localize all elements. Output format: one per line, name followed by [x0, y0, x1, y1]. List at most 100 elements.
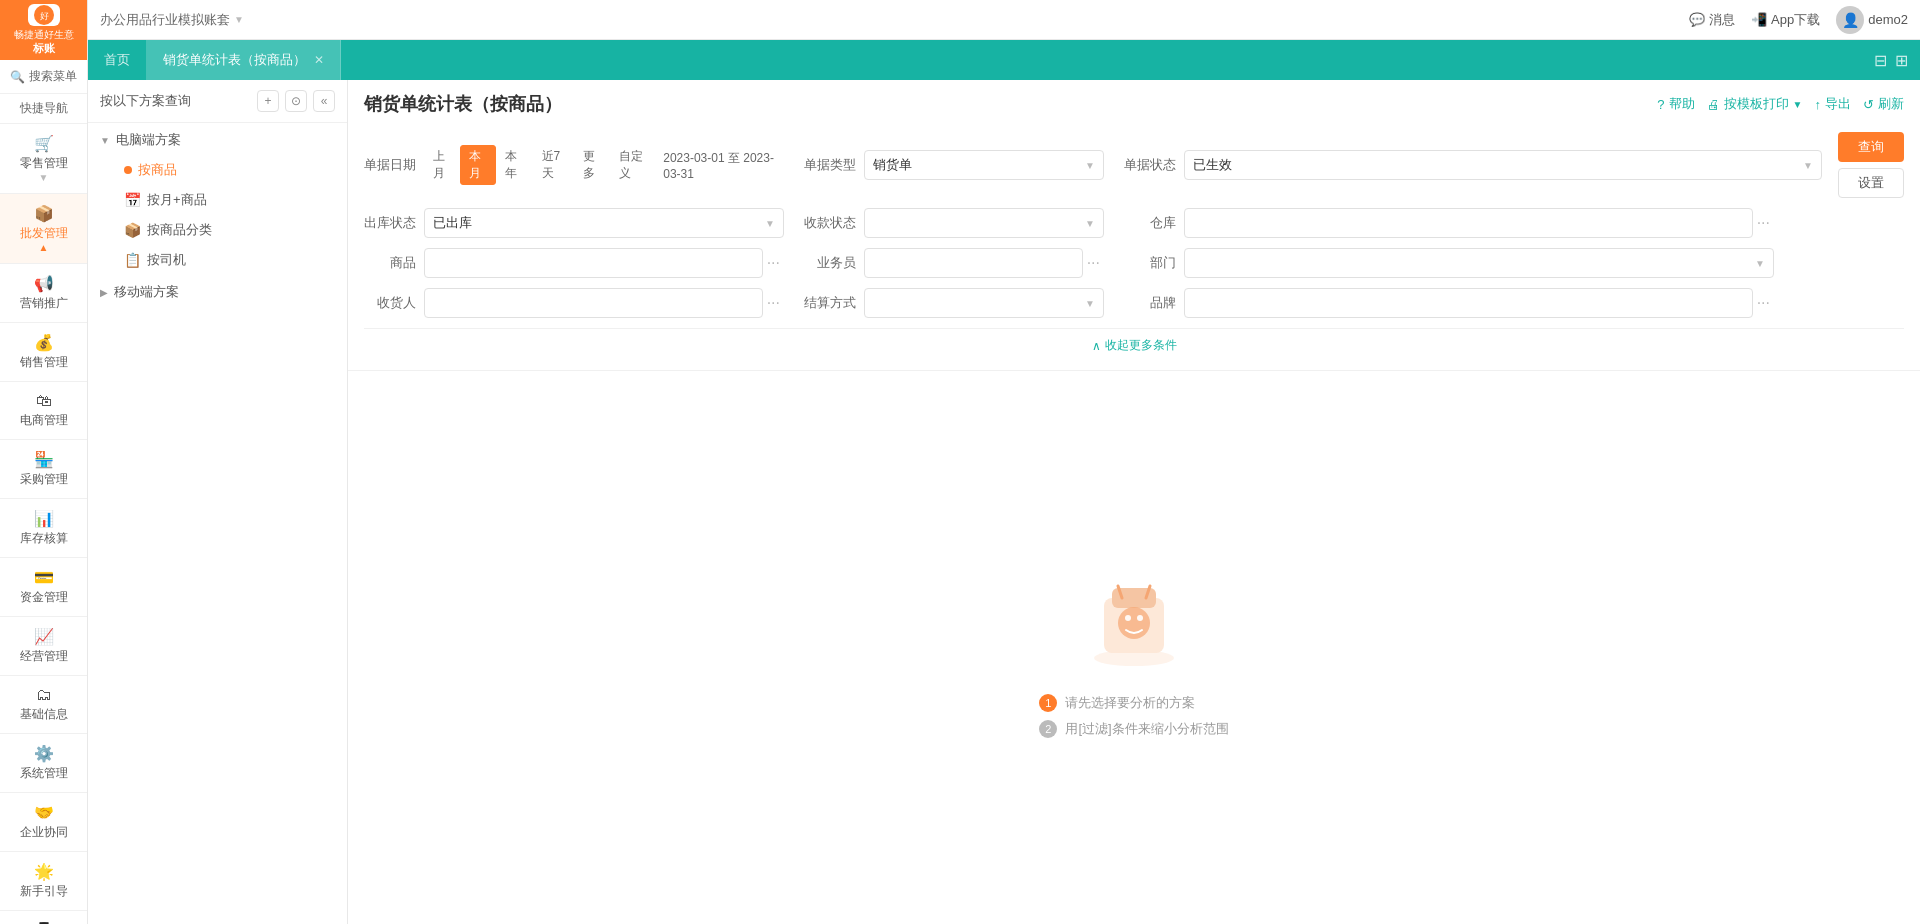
warehouse-input[interactable]	[1184, 208, 1753, 238]
date-tab-more[interactable]: 更多	[574, 145, 610, 185]
marketing-icon: 📢	[34, 274, 54, 293]
app-download-label: App下载	[1771, 11, 1820, 29]
msg-button[interactable]: 💬 消息	[1689, 11, 1735, 29]
export-icon: ↑	[1815, 97, 1822, 112]
enterprise-icon: 🤝	[34, 803, 54, 822]
query-button[interactable]: 查询	[1838, 132, 1904, 162]
date-tab-current-month[interactable]: 本月	[460, 145, 496, 185]
date-tab-7days[interactable]: 近7天	[533, 145, 574, 185]
type-label: 单据类型	[804, 156, 864, 174]
tree-children-desktop: 按商品 📅 按月+商品 📦 按商品分类 📋 按司机	[100, 155, 335, 275]
category-icon: 📦	[124, 222, 141, 238]
goods-field: 商品 ···	[364, 248, 784, 278]
sidebar-item-basic[interactable]: 🗂 基础信息	[0, 676, 87, 734]
tip-num-2: 2	[1039, 720, 1057, 738]
sidebar-search[interactable]: 🔍 搜索菜单	[0, 60, 87, 94]
sidebar-item-ecommerce[interactable]: 🛍 电商管理	[0, 382, 87, 440]
help-button[interactable]: ? 帮助	[1657, 95, 1694, 113]
out-status-label: 出库状态	[364, 214, 424, 232]
type-select[interactable]: 销货单 ▼	[864, 150, 1104, 180]
tree-leaf-by-register[interactable]: 📋 按司机	[120, 245, 335, 275]
panel-title: 按以下方案查询	[100, 92, 191, 110]
active-dot	[124, 166, 132, 174]
collapse-button[interactable]: ∧ 收起更多条件	[364, 328, 1904, 362]
status-select[interactable]: 已生效 ▼	[1184, 150, 1822, 180]
staff-label: 业务员	[804, 254, 864, 272]
date-range: 2023-03-01 至 2023-03-31	[663, 150, 784, 181]
sidebar-item-finance[interactable]: 💳 资金管理	[0, 558, 87, 617]
status-field: 单据状态 已生效 ▼	[1124, 150, 1822, 180]
app-download-button[interactable]: 📲 App下载	[1751, 11, 1820, 29]
inventory-label: 库存核算	[20, 530, 68, 547]
sidebar-item-retail[interactable]: 🛒 零售管理 ▼	[0, 124, 87, 194]
warehouse-dots[interactable]: ···	[1753, 214, 1774, 232]
tree-leaf-by-month-goods[interactable]: 📅 按月+商品	[120, 185, 335, 215]
date-tab-year[interactable]: 本年	[496, 145, 532, 185]
receiver-input[interactable]	[424, 288, 763, 318]
collapse-panel-button[interactable]: «	[313, 90, 335, 112]
search-label: 搜索菜单	[29, 68, 77, 85]
window-buttons: ⊟ ⊞	[1874, 51, 1920, 70]
sidebar-item-sales[interactable]: 💰 销售管理	[0, 323, 87, 382]
receive-status-select[interactable]: ▼	[864, 208, 1104, 238]
tab-home[interactable]: 首页	[88, 40, 147, 80]
tree-group-mobile[interactable]: ▶ 移动端方案	[100, 275, 335, 307]
ecommerce-label: 电商管理	[20, 412, 68, 429]
filter-actions: 查询 设置	[1822, 132, 1904, 198]
user-area[interactable]: 👤 demo2	[1836, 6, 1908, 34]
tree-leaf-by-goods[interactable]: 按商品	[120, 155, 335, 185]
tab-home-label: 首页	[104, 51, 130, 69]
print-button[interactable]: 🖨 按模板打印 ▼	[1707, 95, 1803, 113]
staff-dots[interactable]: ···	[1083, 254, 1104, 272]
goods-input[interactable]	[424, 248, 763, 278]
sidebar-item-appcenter[interactable]: 📱 应用中心	[0, 911, 87, 924]
tree-group-desktop[interactable]: ▼ 电脑端方案	[100, 123, 335, 155]
header-right: 💬 消息 📲 App下载 👤 demo2	[1689, 6, 1908, 34]
minimize-button[interactable]: ⊟	[1874, 51, 1887, 70]
svg-point-6	[1125, 615, 1131, 621]
sidebar-item-purchase[interactable]: 🏪 采购管理	[0, 440, 87, 499]
refresh-button[interactable]: ↺ 刷新	[1863, 95, 1904, 113]
sidebar-item-system[interactable]: ⚙️ 系统管理	[0, 734, 87, 793]
tree-leaf-by-category[interactable]: 📦 按商品分类	[120, 215, 335, 245]
sidebar-item-wholesale[interactable]: 📦 批发管理 ▲	[0, 194, 87, 264]
edit-scheme-button[interactable]: ⊙	[285, 90, 307, 112]
finance-label: 资金管理	[20, 589, 68, 606]
tree-node: ▼ 电脑端方案 按商品 📅 按月+商品 📦 按商品分类	[88, 123, 347, 307]
sidebar-item-operation[interactable]: 📈 经营管理	[0, 617, 87, 676]
receive-status-label: 收款状态	[804, 214, 864, 232]
settings-button[interactable]: 设置	[1838, 168, 1904, 198]
date-tab-last-month[interactable]: 上月	[424, 145, 460, 185]
left-panel: 按以下方案查询 + ⊙ « ▼ 电脑端方案 按商品	[88, 80, 348, 924]
template-selector[interactable]: 办公用品行业模拟账套 ▼	[100, 11, 244, 29]
export-button[interactable]: ↑ 导出	[1815, 95, 1852, 113]
filter-row-3: 商品 ··· 业务员 ··· 部门 ▼	[364, 248, 1904, 278]
add-scheme-button[interactable]: +	[257, 90, 279, 112]
template-arrow: ▼	[234, 14, 244, 25]
refresh-label: 刷新	[1878, 95, 1904, 113]
tab-report[interactable]: 销货单统计表（按商品） ✕	[147, 40, 341, 80]
sidebar-item-inventory[interactable]: 📊 库存核算	[0, 499, 87, 558]
sidebar-item-enterprise[interactable]: 🤝 企业协同	[0, 793, 87, 852]
receiver-dots[interactable]: ···	[763, 294, 784, 312]
dept-select[interactable]: ▼	[1184, 248, 1774, 278]
date-tab-custom[interactable]: 自定义	[610, 145, 655, 185]
tab-bar: 首页 销货单统计表（按商品） ✕ ⊟ ⊞	[88, 40, 1920, 80]
ecommerce-icon: 🛍	[36, 392, 52, 410]
template-name: 办公用品行业模拟账套	[100, 11, 230, 29]
maximize-button[interactable]: ⊞	[1895, 51, 1908, 70]
goods-dots[interactable]: ···	[763, 254, 784, 272]
tab-close-icon[interactable]: ✕	[314, 53, 324, 67]
out-status-select[interactable]: 已出库 ▼	[424, 208, 784, 238]
brand-input[interactable]	[1184, 288, 1753, 318]
payment-select[interactable]: ▼	[864, 288, 1104, 318]
brand-dots[interactable]: ···	[1753, 294, 1774, 312]
sidebar-item-guide[interactable]: 🌟 新手引导	[0, 852, 87, 911]
leaf-label-by-register: 按司机	[147, 251, 186, 269]
receiver-label: 收货人	[364, 294, 424, 312]
staff-input[interactable]	[864, 248, 1083, 278]
sidebar-item-marketing[interactable]: 📢 营销推广	[0, 264, 87, 323]
month-goods-icon: 📅	[124, 192, 141, 208]
sidebar-nav[interactable]: 快捷导航	[0, 94, 87, 124]
msg-icon: 💬	[1689, 12, 1705, 27]
